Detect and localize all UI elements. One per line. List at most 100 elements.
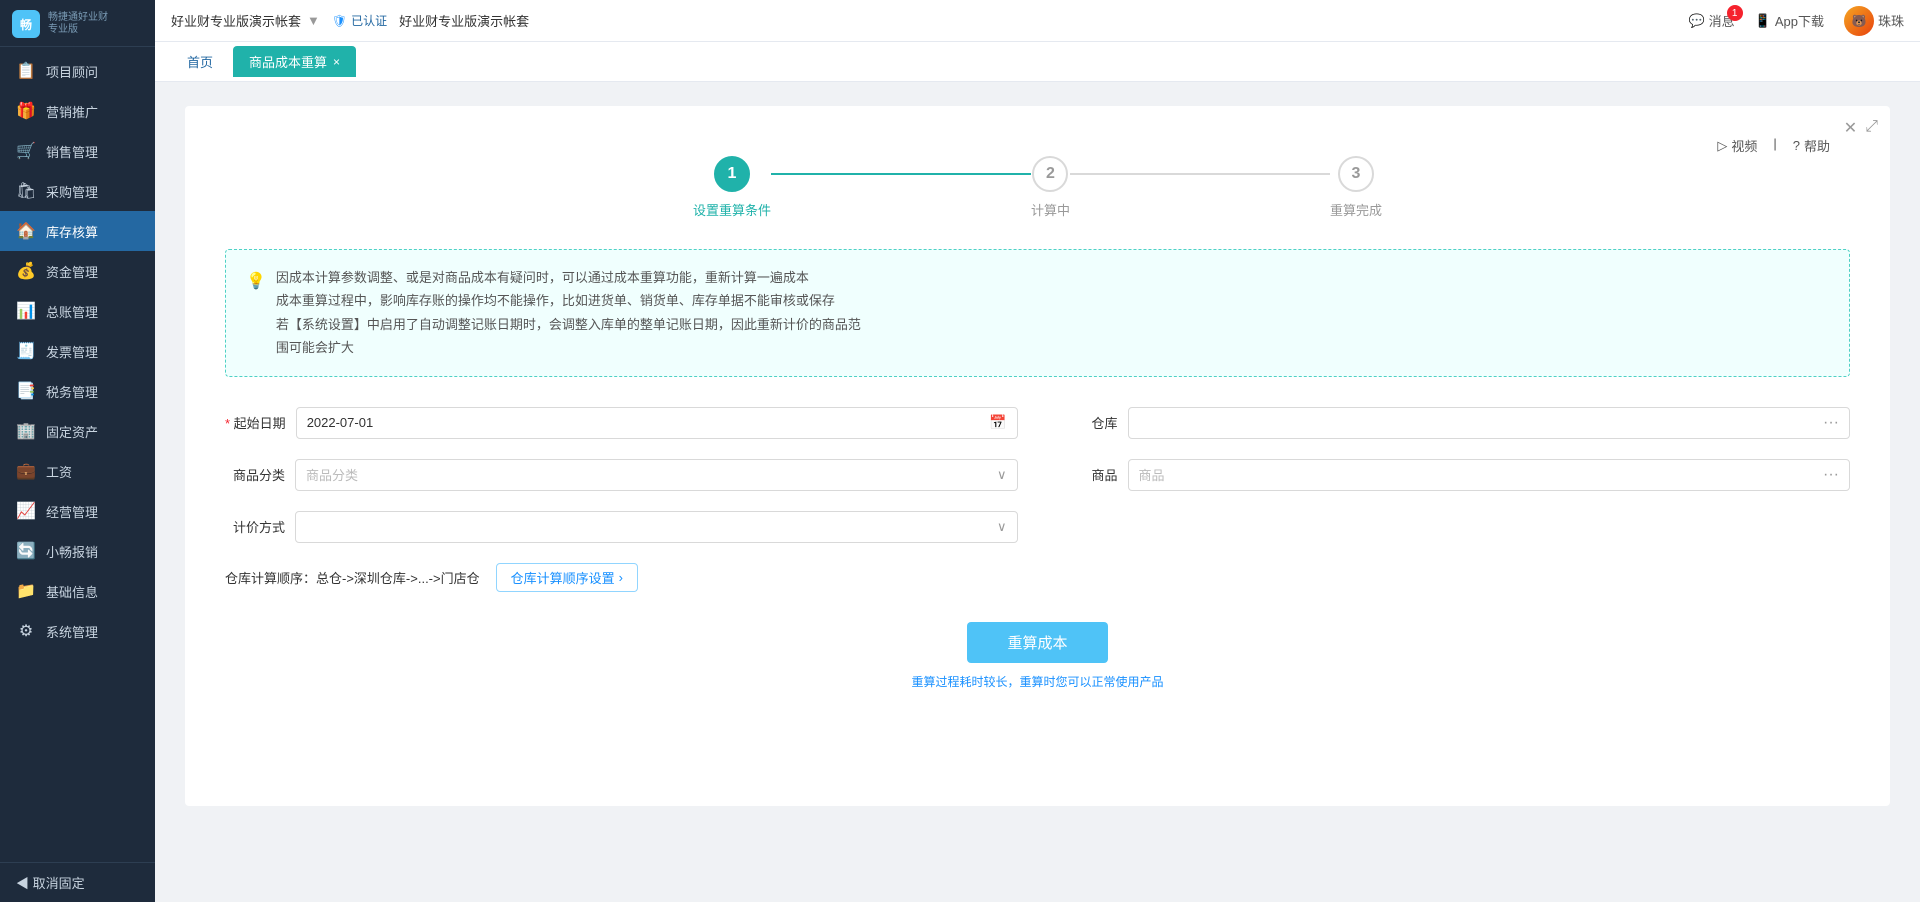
assets-icon: 🏢 (16, 421, 36, 441)
sidebar-item-marketing[interactable]: 🎁 营销推广 (0, 91, 155, 131)
sidebar-item-accounting[interactable]: 📊 总账管理 (0, 291, 155, 331)
sidebar-item-finance[interactable]: 💰 资金管理 (0, 251, 155, 291)
basic-icon: 📁 (16, 581, 36, 601)
start-date-input[interactable]: 2022-07-01 📅 (296, 407, 1018, 439)
purchase-icon: 🛍 (16, 181, 36, 201)
chevron-right-icon: › (619, 570, 623, 585)
system-icon: ⚙ (16, 621, 36, 641)
sidebar-item-label: 营销推广 (46, 102, 98, 121)
chevron-down-icon: ∨ (997, 467, 1007, 483)
step-2-circle: 2 (1032, 156, 1068, 192)
sidebar-item-label: 固定资产 (46, 422, 98, 441)
goods-ellipsis-icon[interactable]: ··· (1823, 466, 1839, 484)
finance-icon: 💰 (16, 261, 36, 281)
warehouse-order-settings-button[interactable]: 仓库计算顺序设置 › (496, 563, 638, 592)
recalc-hint: 重算过程耗时较长，重算时您可以正常使用产品 (911, 673, 1163, 690)
step-1-label: 设置重算条件 (693, 200, 771, 219)
recalc-section: 重算成本 重算过程耗时较长，重算时您可以正常使用产品 (225, 622, 1850, 690)
calendar-icon[interactable]: 📅 (989, 414, 1006, 431)
notice-line2: 成本重算过程中，影响库存账的操作均不能操作，比如进货单、销货单、库存单据不能审核… (276, 289, 861, 312)
steps-container: 1 设置重算条件 2 计算中 3 重算完成 (225, 136, 1850, 249)
sidebar-item-label: 发票管理 (46, 342, 98, 361)
sidebar-item-invoice[interactable]: 🧾 发票管理 (0, 331, 155, 371)
form-grid: 起始日期 2022-07-01 📅 仓库 ··· 商品分类 (225, 407, 1850, 543)
accounting-icon: 📊 (16, 301, 36, 321)
warehouse-label: 仓库 (1058, 413, 1118, 432)
notice-line3: 若【系统设置】中启用了自动调整记账日期时，会调整入库单的整单记账日期，因此重新计… (276, 313, 861, 336)
goods-select[interactable]: 商品 ··· (1128, 459, 1851, 491)
goods-placeholder: 商品 (1139, 465, 1165, 484)
recalc-button[interactable]: 重算成本 (967, 622, 1107, 663)
price-method-row: 计价方式 ∨ (225, 511, 1018, 543)
expand-window-button[interactable]: ⤢ (1865, 118, 1878, 138)
sidebar-pin-toggle[interactable]: ◀ 取消固定 (0, 862, 155, 902)
step-3-circle: 3 (1338, 156, 1374, 192)
logo-icon: 畅 (12, 10, 40, 38)
operation-icon: 📈 (16, 501, 36, 521)
user-name: 珠珠 (1878, 11, 1904, 30)
sidebar-item-label: 销售管理 (46, 142, 98, 161)
home-tab-label: 首页 (187, 52, 213, 71)
sidebar-item-operation[interactable]: 📈 经营管理 (0, 491, 155, 531)
sidebar-item-label: 税务管理 (46, 382, 98, 401)
tab-close-button[interactable]: × (333, 55, 340, 69)
category-row: 商品分类 商品分类 ∨ (225, 459, 1018, 491)
sidebar-item-label: 资金管理 (46, 262, 98, 281)
ellipsis-icon[interactable]: ··· (1823, 414, 1839, 432)
goods-label: 商品 (1058, 465, 1118, 484)
start-date-value: 2022-07-01 (307, 415, 374, 430)
goods-row: 商品 商品 ··· (1058, 459, 1851, 491)
sidebar-item-salary[interactable]: 💼 工资 (0, 451, 155, 491)
start-date-row: 起始日期 2022-07-01 📅 (225, 407, 1018, 439)
sidebar-item-tax[interactable]: 📑 税务管理 (0, 371, 155, 411)
step-2-label: 计算中 (1031, 200, 1070, 219)
main-area: 好业财专业版演示帐套 ▼ 🛡 已认证 好业财专业版演示帐套 💬 消息 1 📱 A… (155, 0, 1920, 902)
marketing-icon: 🎁 (16, 101, 36, 121)
account-selector[interactable]: 好业财专业版演示帐套 ▼ (171, 11, 320, 30)
category-select[interactable]: 商品分类 ∨ (295, 459, 1018, 491)
sidebar-item-sales[interactable]: 🛒 销售管理 (0, 131, 155, 171)
shield-icon: 🛡 (332, 14, 347, 28)
notice-content: 因成本计算参数调整、或是对商品成本有疑问时，可以通过成本重算功能，重新计算一遍成… (276, 266, 861, 360)
step-1-circle: 1 (714, 156, 750, 192)
sidebar-item-inventory[interactable]: 🏠 库存核算 (0, 211, 155, 251)
tab-home[interactable]: 首页 (171, 46, 229, 77)
sidebar-item-system[interactable]: ⚙ 系统管理 (0, 611, 155, 651)
user-avatar[interactable]: 🐻 珠珠 (1844, 6, 1904, 36)
sidebar-item-assets[interactable]: 🏢 固定资产 (0, 411, 155, 451)
sidebar-item-purchase[interactable]: 🛍 采购管理 (0, 171, 155, 211)
sidebar-item-project[interactable]: 📋 项目顾问 (0, 51, 155, 91)
tab-recalc[interactable]: 商品成本重算 × (233, 46, 356, 77)
sidebar-item-label: 总账管理 (46, 302, 98, 321)
expense-icon: 🔄 (16, 541, 36, 561)
warehouse-row: 仓库 ··· (1058, 407, 1851, 439)
warehouse-order-btn-label: 仓库计算顺序设置 (511, 568, 615, 587)
step-2: 2 计算中 (1031, 156, 1070, 219)
step-3-label: 重算完成 (1330, 200, 1382, 219)
warehouse-order-label: 仓库计算顺序：总仓->深圳仓库->...->门店仓 (225, 568, 480, 587)
topbar-right: 💬 消息 1 📱 App下载 🐻 珠珠 (1688, 6, 1904, 36)
price-method-select[interactable]: ∨ (295, 511, 1018, 543)
phone-icon: 📱 (1755, 13, 1771, 29)
notice-line1: 因成本计算参数调整、或是对商品成本有疑问时，可以通过成本重算功能，重新计算一遍成… (276, 266, 861, 289)
verified-label: 已认证 (351, 12, 387, 29)
message-icon: 💬 (1688, 13, 1704, 29)
message-badge: 1 (1727, 5, 1743, 21)
warehouse-select[interactable]: ··· (1128, 407, 1851, 439)
sidebar-item-label: 采购管理 (46, 182, 98, 201)
notice-line4: 围可能会扩大 (276, 336, 861, 359)
app-logo: 畅 畅捷通好业财 专业版 (0, 0, 155, 47)
message-button[interactable]: 💬 消息 1 (1688, 11, 1734, 30)
app-download-button[interactable]: 📱 App下载 (1755, 11, 1824, 30)
sidebar-nav: 📋 项目顾问 🎁 营销推广 🛒 销售管理 🛍 采购管理 🏠 库存核算 💰 资金管… (0, 47, 155, 862)
sidebar-item-label: 经营管理 (46, 502, 98, 521)
sidebar-footer-label: ◀ 取消固定 (16, 873, 85, 892)
sidebar-item-basic[interactable]: 📁 基础信息 (0, 571, 155, 611)
start-date-label: 起始日期 (225, 413, 286, 432)
active-tab-label: 商品成本重算 (249, 52, 327, 71)
step-3-number: 3 (1352, 165, 1361, 183)
sidebar-item-expense[interactable]: 🔄 小畅报销 (0, 531, 155, 571)
close-window-button[interactable]: ✕ (1844, 118, 1857, 138)
step-3: 3 重算完成 (1330, 156, 1382, 219)
account-name: 好业财专业版演示帐套 (171, 11, 301, 30)
